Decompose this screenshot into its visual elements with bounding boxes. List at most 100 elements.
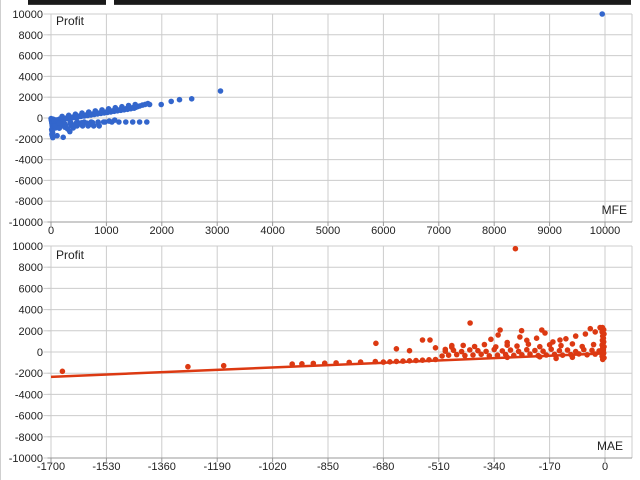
data-point[interactable] bbox=[439, 353, 445, 359]
data-point[interactable] bbox=[483, 348, 489, 355]
data-point[interactable] bbox=[542, 330, 548, 336]
data-point[interactable] bbox=[321, 360, 328, 367]
data-point[interactable] bbox=[413, 357, 419, 364]
data-point[interactable] bbox=[507, 347, 514, 353]
data-point[interactable] bbox=[584, 352, 590, 358]
data-point[interactable] bbox=[99, 107, 105, 113]
data-point[interactable] bbox=[71, 122, 78, 129]
data-point[interactable] bbox=[387, 359, 393, 365]
data-point[interactable] bbox=[111, 117, 118, 123]
data-point[interactable] bbox=[60, 134, 66, 141]
data-point[interactable] bbox=[572, 333, 579, 339]
data-point[interactable] bbox=[393, 346, 400, 352]
data-point[interactable] bbox=[333, 360, 339, 366]
data-point[interactable] bbox=[495, 332, 501, 338]
data-point[interactable] bbox=[105, 106, 112, 112]
data-point[interactable] bbox=[144, 119, 150, 125]
data-point[interactable] bbox=[569, 354, 576, 361]
data-point[interactable] bbox=[442, 348, 449, 355]
data-point[interactable] bbox=[158, 101, 164, 108]
data-point[interactable] bbox=[590, 341, 597, 348]
data-point[interactable] bbox=[579, 343, 585, 350]
data-point[interactable] bbox=[481, 341, 488, 348]
data-point[interactable] bbox=[493, 344, 499, 350]
data-point[interactable] bbox=[572, 348, 579, 355]
data-point[interactable] bbox=[95, 120, 101, 126]
data-point[interactable] bbox=[119, 103, 125, 110]
data-point[interactable] bbox=[494, 352, 501, 359]
data-point[interactable] bbox=[467, 347, 473, 353]
data-point[interactable] bbox=[54, 132, 60, 139]
data-point[interactable] bbox=[85, 109, 92, 115]
data-point[interactable] bbox=[524, 337, 530, 344]
data-point[interactable] bbox=[515, 348, 522, 355]
data-point[interactable] bbox=[587, 325, 594, 332]
data-point[interactable] bbox=[537, 343, 543, 350]
data-point[interactable] bbox=[537, 354, 543, 360]
data-point[interactable] bbox=[406, 358, 413, 364]
data-point[interactable] bbox=[556, 347, 563, 354]
data-point[interactable] bbox=[504, 339, 511, 346]
data-point[interactable] bbox=[176, 96, 183, 103]
data-point[interactable] bbox=[393, 358, 400, 365]
data-point[interactable] bbox=[310, 360, 317, 367]
data-point[interactable] bbox=[458, 348, 465, 355]
data-point[interactable] bbox=[518, 327, 525, 334]
data-point[interactable] bbox=[467, 320, 473, 326]
data-point[interactable] bbox=[514, 343, 520, 349]
data-point[interactable] bbox=[217, 88, 224, 94]
data-point[interactable] bbox=[373, 340, 379, 347]
data-point[interactable] bbox=[419, 357, 426, 364]
data-point[interactable] bbox=[372, 358, 379, 365]
data-point[interactable] bbox=[592, 329, 598, 335]
data-point[interactable] bbox=[512, 245, 519, 252]
data-point[interactable] bbox=[426, 357, 432, 363]
data-point[interactable] bbox=[100, 119, 107, 125]
data-point[interactable] bbox=[79, 110, 85, 116]
data-point[interactable] bbox=[569, 341, 576, 347]
data-point[interactable] bbox=[599, 356, 606, 363]
data-point[interactable] bbox=[589, 347, 595, 354]
data-point[interactable] bbox=[533, 335, 540, 342]
data-point[interactable] bbox=[582, 331, 589, 337]
data-point[interactable] bbox=[497, 327, 503, 333]
data-point[interactable] bbox=[499, 348, 506, 354]
data-point[interactable] bbox=[380, 359, 387, 365]
data-point[interactable] bbox=[449, 344, 455, 351]
data-point[interactable] bbox=[188, 96, 195, 102]
data-point[interactable] bbox=[72, 111, 79, 117]
data-point[interactable] bbox=[289, 361, 296, 367]
data-point[interactable] bbox=[432, 345, 439, 351]
data-point[interactable] bbox=[56, 120, 63, 126]
data-point[interactable] bbox=[59, 368, 66, 375]
data-point[interactable] bbox=[470, 352, 476, 358]
data-point[interactable] bbox=[56, 125, 63, 131]
data-point[interactable] bbox=[419, 337, 426, 343]
data-point[interactable] bbox=[168, 98, 174, 105]
data-point[interactable] bbox=[511, 352, 517, 359]
data-point[interactable] bbox=[59, 113, 65, 120]
data-point[interactable] bbox=[87, 121, 93, 128]
data-point[interactable] bbox=[106, 118, 112, 124]
data-point[interactable] bbox=[460, 342, 467, 349]
data-point[interactable] bbox=[540, 348, 546, 355]
data-point[interactable] bbox=[129, 119, 136, 125]
data-point[interactable] bbox=[299, 361, 305, 367]
data-point[interactable] bbox=[346, 359, 353, 366]
data-point[interactable] bbox=[504, 354, 511, 361]
data-point[interactable] bbox=[185, 363, 191, 370]
data-point[interactable] bbox=[136, 119, 143, 125]
data-point[interactable] bbox=[563, 336, 569, 342]
data-point[interactable] bbox=[132, 101, 138, 108]
data-point[interactable] bbox=[558, 342, 564, 349]
data-point[interactable] bbox=[427, 337, 433, 343]
data-point[interactable] bbox=[112, 104, 119, 111]
data-point[interactable] bbox=[357, 359, 364, 365]
data-point[interactable] bbox=[400, 358, 406, 364]
data-point[interactable] bbox=[432, 356, 439, 363]
data-point[interactable] bbox=[488, 336, 494, 343]
data-point[interactable] bbox=[125, 102, 132, 109]
data-point[interactable] bbox=[92, 108, 99, 114]
data-point[interactable] bbox=[553, 355, 559, 362]
data-point[interactable] bbox=[564, 347, 571, 353]
